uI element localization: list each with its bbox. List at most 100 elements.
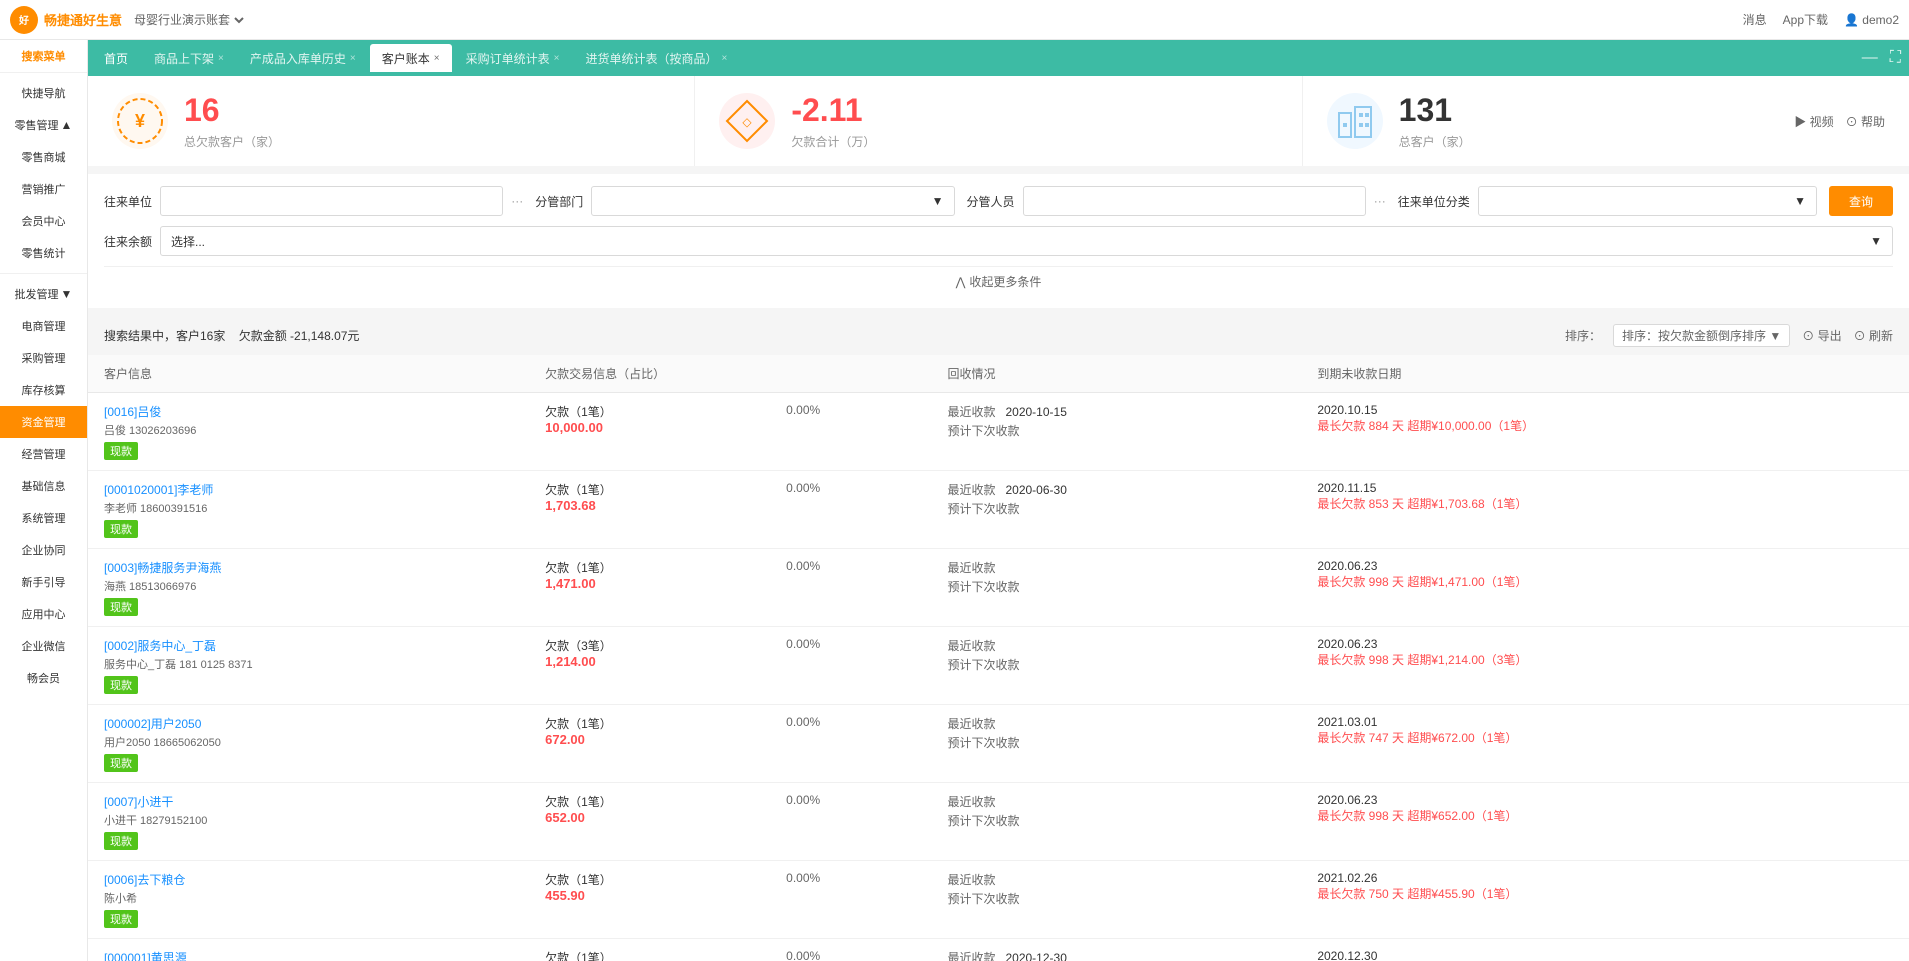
- industry-select[interactable]: 母婴行业演示账套: [130, 12, 247, 28]
- data-table: 客户信息 欠款交易信息（占比） 回收情况 到期未收款日期 [0016]吕俊 吕俊…: [88, 355, 1909, 961]
- customer-name-link[interactable]: [0006]去下粮仓: [104, 873, 185, 887]
- tab-close-product-history[interactable]: ×: [350, 53, 356, 64]
- sidebar-item-purchase-mgmt[interactable]: 采购管理: [0, 342, 87, 374]
- td-customer: [000002]用户2050 用户2050 18665062050 现款: [88, 705, 529, 783]
- debt-count: 欠款（1笔）: [545, 481, 754, 498]
- sidebar-item-member-center[interactable]: 会员中心: [0, 205, 87, 237]
- tabs-minimize-btn[interactable]: —: [1858, 47, 1882, 69]
- overdue-link[interactable]: 超期¥10,000.00（1笔）: [1407, 419, 1534, 433]
- td-recovery: 最近收款 预计下次收款: [931, 705, 1301, 783]
- export-btn[interactable]: ⊙ 导出: [1802, 327, 1841, 344]
- search-button[interactable]: 查询: [1829, 186, 1893, 216]
- td-recovery: 最近收款 预计下次收款: [931, 627, 1301, 705]
- app-download-btn[interactable]: App下载: [1783, 11, 1828, 28]
- customer-name-link[interactable]: [0016]吕俊: [104, 405, 161, 419]
- debt-ratio: 0.00%: [786, 637, 915, 651]
- filter-select-unit-category[interactable]: ▼: [1478, 186, 1817, 216]
- filter-person-more[interactable]: ···: [1374, 194, 1386, 208]
- customer-name-link[interactable]: [0003]畅捷服务尹海燕: [104, 561, 221, 575]
- tabs-bar-actions: — ⛶: [1858, 47, 1905, 69]
- overdue-link[interactable]: 超期¥1,214.00（3笔）: [1407, 653, 1527, 667]
- td-customer: [0006]去下粮仓 陈小希 现款: [88, 861, 529, 939]
- sidebar-item-retail-mall[interactable]: 零售商城: [0, 141, 87, 173]
- customer-phone: 吕俊 13026203696: [104, 422, 513, 438]
- tab-close-product-publish[interactable]: ×: [218, 53, 224, 64]
- tab-close-purchase-stats[interactable]: ×: [554, 53, 560, 64]
- sidebar-item-new-guide[interactable]: 新手引导: [0, 566, 87, 598]
- filter-input-from-unit[interactable]: [160, 186, 503, 216]
- customer-name-link[interactable]: [000001]黄思源: [104, 951, 187, 961]
- sidebar-item-enterprise-collab[interactable]: 企业协同: [0, 534, 87, 566]
- sidebar-item-finance[interactable]: 资金管理: [0, 406, 87, 438]
- overdue-link[interactable]: 超期¥455.90（1笔）: [1407, 887, 1517, 901]
- filter-select-dept[interactable]: ▼: [591, 186, 954, 216]
- last-payment-label: 最近收款: [947, 717, 995, 731]
- stat-content-debt-customers: 16 总欠款客户（家）: [184, 92, 280, 150]
- filter-select-remaining[interactable]: 选择... ▼: [160, 226, 1893, 256]
- td-due-date: 2020.06.23 最长欠款 998 天 超期¥652.00（1笔）: [1301, 783, 1909, 861]
- sidebar-item-enterprise-wechat[interactable]: 企业微信: [0, 630, 87, 662]
- sidebar-item-quick-nav[interactable]: 快捷导航: [0, 77, 87, 109]
- sidebar-item-marketing[interactable]: 营销推广: [0, 173, 87, 205]
- debt-ratio: 0.00%: [786, 793, 915, 807]
- message-btn[interactable]: 消息: [1743, 11, 1767, 28]
- sidebar-search-label[interactable]: 搜索菜单: [0, 40, 87, 73]
- tab-close-customer-account[interactable]: ×: [434, 53, 440, 64]
- td-customer: [0016]吕俊 吕俊 13026203696 现款: [88, 393, 529, 471]
- help-btn[interactable]: ⊙ 帮助: [1846, 113, 1885, 130]
- sidebar-item-retail-mgmt[interactable]: 零售管理▲: [0, 109, 87, 141]
- sidebar-item-system-mgmt[interactable]: 系统管理: [0, 502, 87, 534]
- tab-product-history[interactable]: 产成品入库单历史 ×: [238, 44, 368, 72]
- stat-card-debt-amount: ◇ -2.11 欠款合计（万）: [695, 76, 1302, 166]
- debt-amount: 1,214.00: [545, 654, 754, 669]
- customer-name-link[interactable]: [0002]服务中心_丁磊: [104, 639, 216, 653]
- sidebar-item-inventory[interactable]: 库存核算: [0, 374, 87, 406]
- video-btn[interactable]: ▶ 视频: [1794, 113, 1833, 130]
- table-row: [000002]用户2050 用户2050 18665062050 现款 欠款（…: [88, 705, 1909, 783]
- recovery-info: 最近收款 2020-06-30 预计下次收款: [947, 481, 1285, 517]
- customer-phone: 海燕 18513066976: [104, 578, 513, 594]
- next-payment-label: 预计下次收款: [947, 580, 1019, 594]
- overdue-link[interactable]: 超期¥652.00（1笔）: [1407, 809, 1517, 823]
- customer-name-link[interactable]: [0007]小进干: [104, 795, 173, 809]
- sidebar-item-basic-info[interactable]: 基础信息: [0, 470, 87, 502]
- tab-customer-account[interactable]: 客户账本 ×: [370, 44, 452, 72]
- collapse-more-btn[interactable]: ⋀ 收起更多条件: [104, 266, 1893, 296]
- td-debt-count: 欠款（1笔） 652.00: [529, 783, 770, 861]
- overdue-link[interactable]: 超期¥1,471.00（1笔）: [1407, 575, 1527, 589]
- sidebar-divider-1: [0, 273, 87, 274]
- sidebar-item-batch-mgmt[interactable]: 批发管理▼: [0, 278, 87, 310]
- user-avatar[interactable]: 👤 demo2: [1844, 13, 1899, 27]
- svg-text:◇: ◇: [743, 115, 753, 129]
- refresh-btn[interactable]: ⊙ 刷新: [1854, 327, 1893, 344]
- overdue-link[interactable]: 超期¥672.00（1笔）: [1407, 731, 1517, 745]
- customer-name-link[interactable]: [0001020001]李老师: [104, 483, 213, 497]
- sort-select[interactable]: 排序：按欠款金额倒序排序 ▼: [1613, 324, 1790, 347]
- filter-from-unit-more[interactable]: ···: [511, 194, 523, 208]
- svg-text:¥: ¥: [135, 111, 145, 131]
- tab-home[interactable]: 首页: [92, 50, 140, 67]
- table-row: [000001]黄思源 黄思源 13552700226 现款 欠款（1笔） 42…: [88, 939, 1909, 961]
- sidebar-item-operations[interactable]: 经营管理: [0, 438, 87, 470]
- tab-close-inventory-stats[interactable]: ×: [721, 53, 727, 64]
- tab-purchase-stats[interactable]: 采购订单统计表 ×: [454, 44, 572, 72]
- top-bar-left: 好 畅捷通好生意 母婴行业演示账套: [10, 6, 247, 34]
- debt-ratio: 0.00%: [786, 559, 915, 573]
- filter-label-person: 分管人员: [967, 193, 1015, 210]
- customer-name-link[interactable]: [000002]用户2050: [104, 717, 201, 731]
- sidebar-item-app-center[interactable]: 应用中心: [0, 598, 87, 630]
- filter-input-person[interactable]: [1023, 186, 1366, 216]
- tabs-maximize-btn[interactable]: ⛶: [1886, 47, 1905, 69]
- remaining-dropdown-icon: ▼: [1870, 234, 1882, 248]
- last-payment-label: 最近收款: [947, 951, 995, 961]
- overdue-days: 最长欠款 853 天 超期¥1,703.68（1笔）: [1317, 495, 1893, 512]
- overdue-link[interactable]: 超期¥1,703.68（1笔）: [1407, 497, 1527, 511]
- td-due-date: 2020.06.23 最长欠款 998 天 超期¥1,471.00（1笔）: [1301, 549, 1909, 627]
- td-customer: [000001]黄思源 黄思源 13552700226 现款: [88, 939, 529, 961]
- tab-product-publish[interactable]: 商品上下架 ×: [142, 44, 236, 72]
- next-payment-label: 预计下次收款: [947, 892, 1019, 906]
- sidebar-item-member-plus[interactable]: 畅会员: [0, 662, 87, 694]
- tab-inventory-stats[interactable]: 进货单统计表（按商品） ×: [573, 44, 739, 72]
- sidebar-item-retail-stats[interactable]: 零售统计: [0, 237, 87, 269]
- sidebar-item-ecommerce[interactable]: 电商管理: [0, 310, 87, 342]
